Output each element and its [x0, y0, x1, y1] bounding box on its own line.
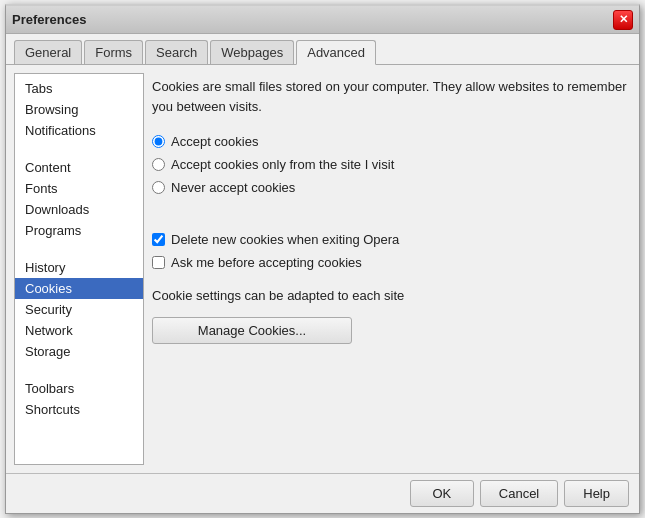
cookie-checkbox-group: Delete new cookies when exiting Opera As… [152, 228, 631, 274]
radio-never-accept-input[interactable] [152, 181, 165, 194]
sidebar-group-3: History Cookies Security Network Storage [15, 257, 143, 362]
sidebar: Tabs Browsing Notifications Content Font… [14, 73, 144, 465]
description-text: Cookies are small files stored on your c… [152, 73, 631, 120]
sidebar-item-shortcuts[interactable]: Shortcuts [15, 399, 143, 420]
content-area: Tabs Browsing Notifications Content Font… [6, 65, 639, 473]
tab-search[interactable]: Search [145, 40, 208, 64]
checkbox-ask-before[interactable]: Ask me before accepting cookies [152, 255, 631, 270]
bottom-bar: OK Cancel Help [6, 473, 639, 513]
sidebar-item-security[interactable]: Security [15, 299, 143, 320]
sidebar-divider-1 [15, 149, 143, 157]
radio-accept-cookies-input[interactable] [152, 135, 165, 148]
tab-webpages[interactable]: Webpages [210, 40, 294, 64]
tab-advanced[interactable]: Advanced [296, 40, 376, 65]
sidebar-item-programs[interactable]: Programs [15, 220, 143, 241]
window-title: Preferences [12, 12, 86, 27]
tab-forms[interactable]: Forms [84, 40, 143, 64]
preferences-window: Preferences ✕ General Forms Search Webpa… [5, 4, 640, 514]
radio-never-accept-label: Never accept cookies [171, 180, 295, 195]
sidebar-item-notifications[interactable]: Notifications [15, 120, 143, 141]
sidebar-divider-2 [15, 249, 143, 257]
sidebar-item-content[interactable]: Content [15, 157, 143, 178]
title-bar: Preferences ✕ [6, 6, 639, 34]
adapt-text: Cookie settings can be adapted to each s… [152, 284, 631, 307]
help-button[interactable]: Help [564, 480, 629, 507]
sidebar-divider-3 [15, 370, 143, 378]
sidebar-item-fonts[interactable]: Fonts [15, 178, 143, 199]
radio-never-accept[interactable]: Never accept cookies [152, 180, 631, 195]
sidebar-group-2: Content Fonts Downloads Programs [15, 157, 143, 241]
radio-accept-cookies[interactable]: Accept cookies [152, 134, 631, 149]
checkbox-delete-cookies-label: Delete new cookies when exiting Opera [171, 232, 399, 247]
manage-cookies-button[interactable]: Manage Cookies... [152, 317, 352, 344]
sidebar-group-4: Toolbars Shortcuts [15, 378, 143, 420]
radio-accept-site-cookies-label: Accept cookies only from the site I visi… [171, 157, 394, 172]
sidebar-item-cookies[interactable]: Cookies [15, 278, 143, 299]
cancel-button[interactable]: Cancel [480, 480, 558, 507]
radio-accept-site-cookies[interactable]: Accept cookies only from the site I visi… [152, 157, 631, 172]
ok-button[interactable]: OK [410, 480, 474, 507]
close-button[interactable]: ✕ [613, 10, 633, 30]
sidebar-item-storage[interactable]: Storage [15, 341, 143, 362]
checkbox-delete-cookies[interactable]: Delete new cookies when exiting Opera [152, 232, 631, 247]
sidebar-group-1: Tabs Browsing Notifications [15, 78, 143, 141]
sidebar-item-network[interactable]: Network [15, 320, 143, 341]
main-panel: Cookies are small files stored on your c… [152, 73, 631, 465]
checkbox-delete-cookies-input[interactable] [152, 233, 165, 246]
checkbox-ask-before-input[interactable] [152, 256, 165, 269]
sidebar-item-toolbars[interactable]: Toolbars [15, 378, 143, 399]
checkbox-ask-before-label: Ask me before accepting cookies [171, 255, 362, 270]
radio-accept-site-cookies-input[interactable] [152, 158, 165, 171]
section-divider [152, 213, 631, 214]
sidebar-item-tabs[interactable]: Tabs [15, 78, 143, 99]
cookie-radio-group: Accept cookies Accept cookies only from … [152, 130, 631, 199]
radio-accept-cookies-label: Accept cookies [171, 134, 258, 149]
tabs-row: General Forms Search Webpages Advanced [6, 34, 639, 65]
sidebar-item-downloads[interactable]: Downloads [15, 199, 143, 220]
sidebar-item-history[interactable]: History [15, 257, 143, 278]
tab-general[interactable]: General [14, 40, 82, 64]
sidebar-item-browsing[interactable]: Browsing [15, 99, 143, 120]
